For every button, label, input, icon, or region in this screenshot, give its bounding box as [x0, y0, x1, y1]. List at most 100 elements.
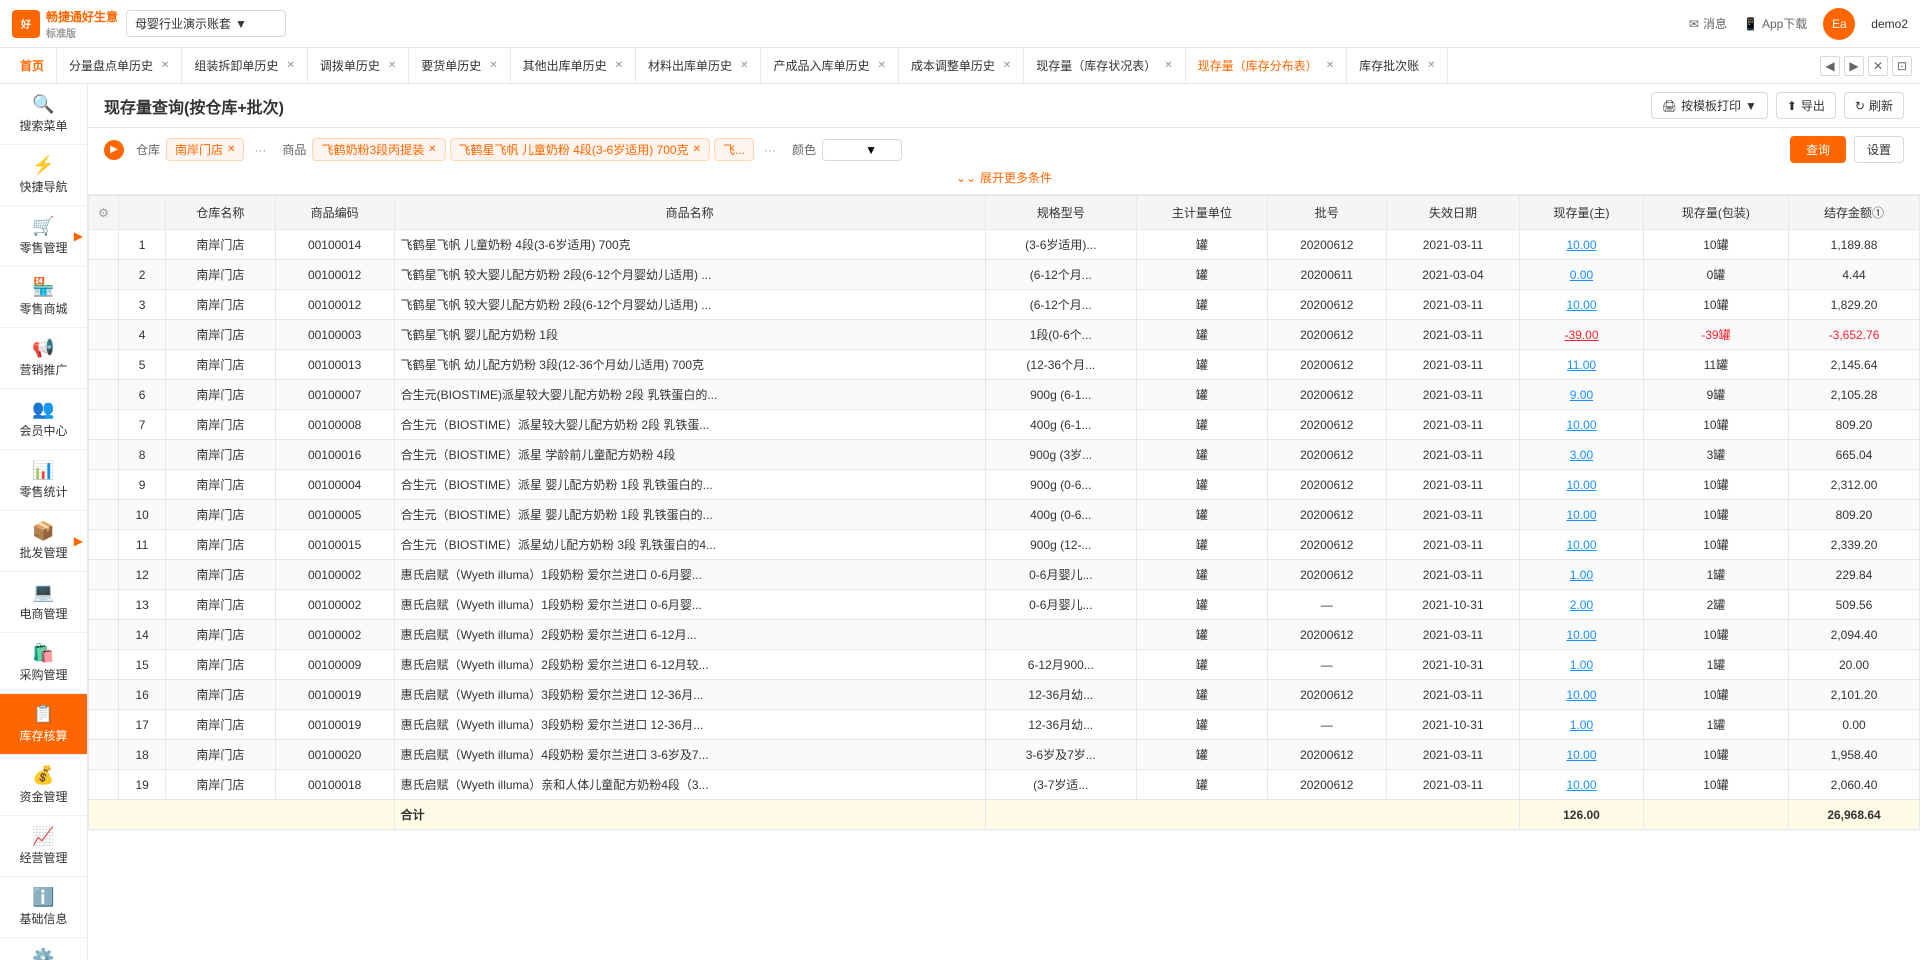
tab-11[interactable]: 库存批次账 ✕ [1347, 48, 1448, 84]
tab-9[interactable]: 现存量（库存状况表） ✕ [1024, 48, 1185, 84]
tab-2[interactable]: 组装拆卸单历史 ✕ [182, 48, 307, 84]
table-cell[interactable]: 10.00 [1520, 500, 1644, 530]
nav-prev-btn[interactable]: ◀ [1820, 56, 1840, 76]
close-icon[interactable]: ✕ [1326, 60, 1334, 71]
sidebar-item-finance[interactable]: 💰 资金管理 [0, 755, 87, 816]
settings-btn[interactable]: 设置 [1854, 136, 1904, 163]
table-cell[interactable]: 0.00 [1520, 260, 1644, 290]
nav-expand-btn[interactable]: ⊡ [1892, 56, 1912, 76]
sidebar-item-inventory[interactable]: 📋 库存核算 [0, 694, 87, 755]
th-settings[interactable]: ⚙ [89, 196, 119, 230]
table-cell[interactable]: 10.00 [1520, 680, 1644, 710]
table-cell: 2021-03-11 [1386, 350, 1519, 380]
settings-gear-icon[interactable]: ⚙ [98, 206, 109, 220]
table-cell[interactable]: 10.00 [1520, 470, 1644, 500]
tab-10[interactable]: 现存量（库存分布表） ✕ [1186, 48, 1347, 84]
table-cell[interactable]: 1.00 [1520, 710, 1644, 740]
tag-close-icon[interactable]: ✕ [428, 144, 436, 155]
sidebar-item-retail[interactable]: 🛒 零售管理 ▶ [0, 206, 87, 267]
close-icon[interactable]: ✕ [388, 60, 396, 71]
sidebar-item-system[interactable]: ⚙️ 系统管理 [0, 938, 87, 960]
product-more[interactable]: ··· [760, 143, 780, 157]
tag-close-icon[interactable]: ✕ [693, 144, 701, 155]
print-btn[interactable]: 🖨 按模板打印 ▼ [1651, 92, 1768, 119]
wholesale-icon: 📦 [4, 521, 83, 542]
close-icon[interactable]: ✕ [286, 60, 294, 71]
refresh-btn[interactable]: ↻ 刷新 [1844, 92, 1904, 119]
close-icon[interactable]: ✕ [1164, 60, 1172, 71]
filter-expand-btn[interactable]: ▶ [104, 140, 124, 160]
table-cell: 20200612 [1267, 410, 1386, 440]
table-cell: 15 [119, 650, 166, 680]
tab-7[interactable]: 产成品入库单历史 ✕ [761, 48, 898, 84]
tab-1[interactable]: 分量盘点单历史 ✕ [57, 48, 182, 84]
sidebar-item-wholesale[interactable]: 📦 批发管理 ▶ [0, 511, 87, 572]
close-icon[interactable]: ✕ [615, 60, 623, 71]
tab-5[interactable]: 其他出库单历史 ✕ [511, 48, 636, 84]
close-icon[interactable]: ✕ [1003, 60, 1011, 71]
close-icon[interactable]: ✕ [740, 60, 748, 71]
sidebar-item-marketing[interactable]: 📢 营销推广 [0, 328, 87, 389]
nav-close-btn[interactable]: ✕ [1868, 56, 1888, 76]
table-cell: 0.00 [1789, 710, 1920, 740]
sidebar-item-base[interactable]: ℹ️ 基础信息 [0, 877, 87, 938]
table-cell: 10罐 [1643, 230, 1788, 260]
table-cell[interactable]: 11.00 [1520, 350, 1644, 380]
table-cell[interactable]: 10.00 [1520, 410, 1644, 440]
sidebar-item-ecom[interactable]: 💻 电商管理 [0, 572, 87, 633]
table-cell [89, 440, 119, 470]
sidebar-item-operation[interactable]: 📈 经营管理 [0, 816, 87, 877]
close-icon[interactable]: ✕ [877, 60, 885, 71]
warehouse-more[interactable]: ··· [250, 143, 270, 157]
industry-select[interactable]: 母婴行业演示账套 ▼ [126, 10, 286, 37]
table-cell[interactable]: 1.00 [1520, 560, 1644, 590]
expand-more-btn[interactable]: ⌄⌄ 展开更多条件 [956, 169, 1052, 186]
color-select[interactable]: ▼ [822, 139, 902, 161]
sidebar-item-stat[interactable]: 📊 零售统计 [0, 450, 87, 511]
query-btn[interactable]: 查询 [1790, 136, 1846, 163]
tab-3[interactable]: 调拨单历史 ✕ [308, 48, 409, 84]
table-cell: -3,652.76 [1789, 320, 1920, 350]
table-cell: 2021-03-11 [1386, 500, 1519, 530]
th-spec: 规格型号 [985, 196, 1136, 230]
sidebar-item-nav[interactable]: ⚡ 快捷导航 [0, 145, 87, 206]
top-bar-right: ✉ 消息 📱 App下载 Ea demo2 [1689, 8, 1908, 40]
sidebar-item-purchase[interactable]: 🛍️ 采购管理 [0, 633, 87, 694]
table-cell[interactable]: 10.00 [1520, 290, 1644, 320]
ecom-icon: 💻 [4, 582, 83, 603]
sidebar-item-member[interactable]: 👥 会员中心 [0, 389, 87, 450]
table-cell[interactable]: 10.00 [1520, 740, 1644, 770]
table-cell[interactable]: 10.00 [1520, 230, 1644, 260]
sidebar-item-search[interactable]: 🔍 搜索菜单 [0, 84, 87, 145]
message-btn[interactable]: ✉ 消息 [1689, 15, 1727, 32]
table-cell[interactable]: 10.00 [1520, 620, 1644, 650]
close-icon[interactable]: ✕ [489, 60, 497, 71]
tab-6[interactable]: 材料出库单历史 ✕ [636, 48, 761, 84]
nav-next-btn[interactable]: ▶ [1844, 56, 1864, 76]
table-cell: 5 [119, 350, 166, 380]
table-cell: 20200612 [1267, 500, 1386, 530]
table-cell: 飞鹤星飞帆 幼儿配方奶粉 3段(12-36个月幼儿适用) 700克 [394, 350, 985, 380]
tab-home[interactable]: 首页 [8, 48, 57, 84]
user-avatar[interactable]: Ea [1823, 8, 1855, 40]
table-row: 7南岸门店00100008合生元（BIOSTIME）派星较大婴儿配方奶粉 2段 … [89, 410, 1920, 440]
operation-icon: 📈 [4, 826, 83, 847]
table-cell[interactable]: -39.00 [1520, 320, 1644, 350]
table-cell[interactable]: 9.00 [1520, 380, 1644, 410]
table-cell[interactable]: 3.00 [1520, 440, 1644, 470]
sidebar-item-shop[interactable]: 🏪 零售商城 [0, 267, 87, 328]
close-icon[interactable]: ✕ [1427, 60, 1435, 71]
app-download-btn[interactable]: 📱 App下载 [1743, 15, 1807, 32]
table-cell[interactable]: 10.00 [1520, 530, 1644, 560]
table-cell[interactable]: 10.00 [1520, 770, 1644, 800]
table-cell: 罐 [1136, 680, 1267, 710]
tab-4[interactable]: 要货单历史 ✕ [409, 48, 510, 84]
close-icon[interactable]: ✕ [161, 60, 169, 71]
tag-close-icon[interactable]: ✕ [227, 144, 235, 155]
tab-8[interactable]: 成本调整单历史 ✕ [899, 48, 1024, 84]
table-cell[interactable]: 2.00 [1520, 590, 1644, 620]
table-cell: 12-36月幼... [985, 680, 1136, 710]
export-btn[interactable]: ⬆ 导出 [1776, 92, 1836, 119]
table-cell: 2021-03-11 [1386, 470, 1519, 500]
table-cell[interactable]: 1.00 [1520, 650, 1644, 680]
